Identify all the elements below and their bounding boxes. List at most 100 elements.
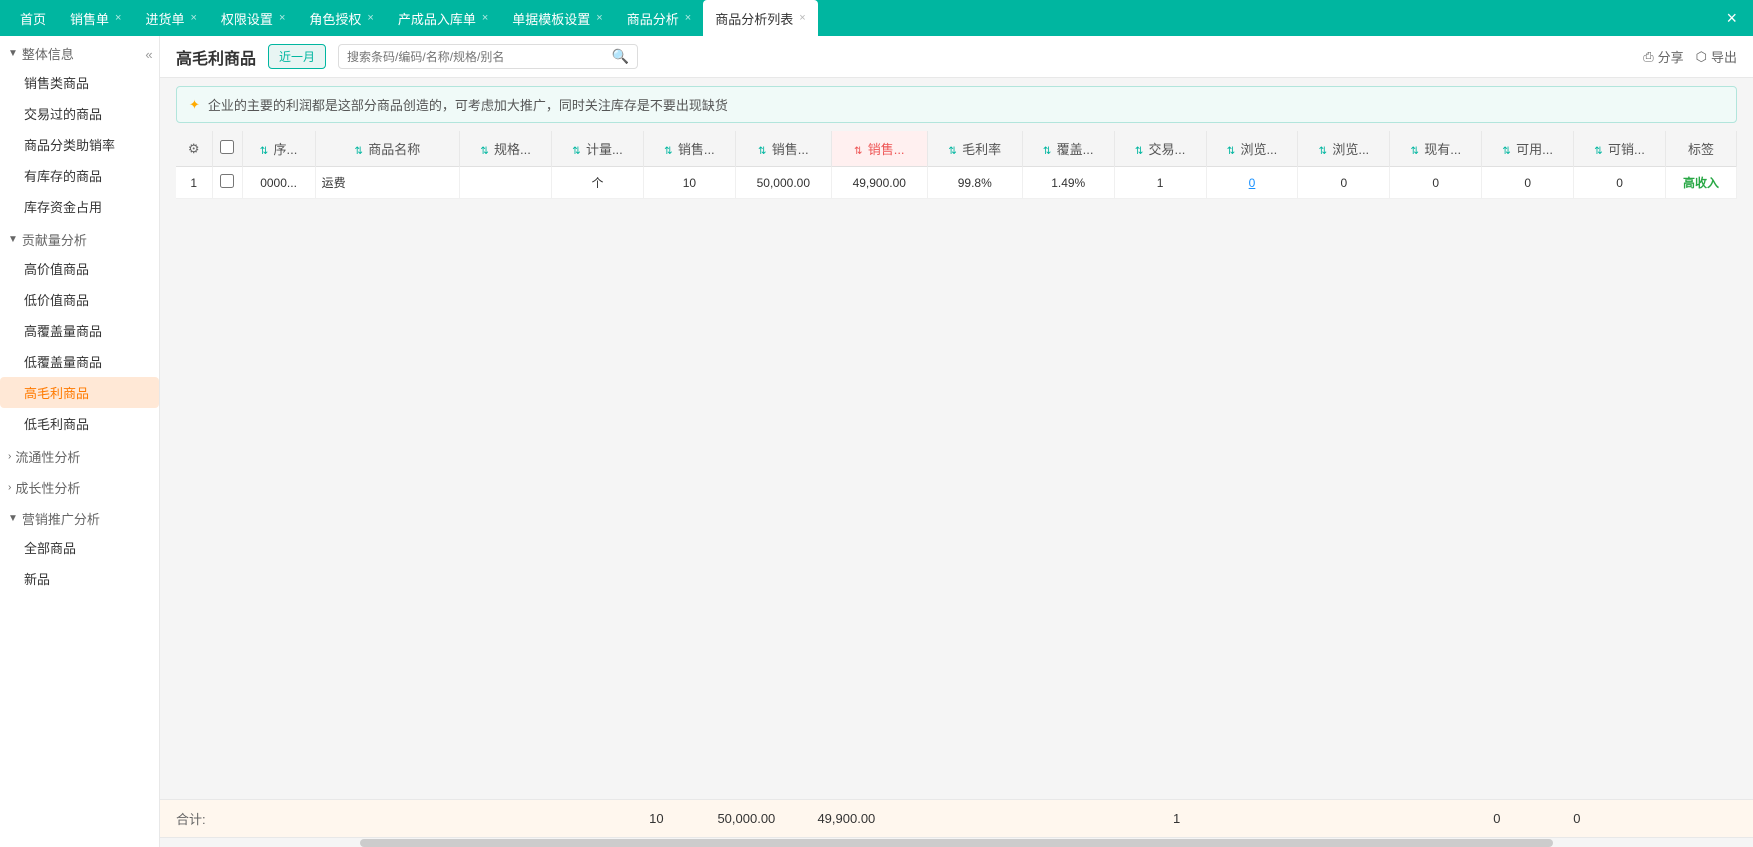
row-grossrate: 99.8% xyxy=(927,167,1022,199)
col-stock3[interactable]: ⇅ 可销... xyxy=(1574,131,1666,167)
nav-analysis-label: 商品分析 xyxy=(627,9,679,28)
nav-purchase[interactable]: 进货单 × xyxy=(133,0,208,36)
col-stock2[interactable]: ⇅ 可用... xyxy=(1482,131,1574,167)
section-title-growth: 成长性分析 xyxy=(15,478,80,497)
col-browse2[interactable]: ⇅ 浏览... xyxy=(1298,131,1390,167)
row-checkbox[interactable] xyxy=(212,167,242,199)
app-close-button[interactable]: × xyxy=(1718,8,1745,29)
horizontal-scrollbar[interactable] xyxy=(160,837,1753,847)
sidebar-item-new-goods[interactable]: 新品 xyxy=(0,563,159,594)
col-browse1[interactable]: ⇅ 浏览... xyxy=(1206,131,1298,167)
col-trade-label: 交易... xyxy=(1149,142,1186,157)
row-browse2: 0 xyxy=(1298,167,1390,199)
col-settings[interactable]: ⚙ xyxy=(176,131,212,167)
sort-icon-salesqty: ⇅ xyxy=(664,146,672,157)
info-banner: ✦ 企业的主要的利润都是这部分商品创造的，可考虑加大推广，同时关注库存是不要出现… xyxy=(176,86,1737,123)
sort-icon-unit: ⇅ xyxy=(572,146,580,157)
sidebar-section-growth[interactable]: › 成长性分析 xyxy=(0,470,159,501)
sidebar-section-liquidity[interactable]: › 流通性分析 xyxy=(0,439,159,470)
sidebar-section-overall[interactable]: ▼ 整体信息 xyxy=(0,36,159,67)
sort-icon-spec: ⇅ xyxy=(480,146,488,157)
section-title-overall: 整体信息 xyxy=(22,44,74,63)
nav-template[interactable]: 单据模板设置 × xyxy=(500,0,614,36)
col-unit-label: 计量... xyxy=(586,142,623,157)
col-name[interactable]: ⇅ 商品名称 xyxy=(315,131,460,167)
nav-analysis-list[interactable]: 商品分析列表 × xyxy=(703,0,817,36)
sidebar-section-marketing[interactable]: ▼ 营销推广分析 xyxy=(0,501,159,532)
section-arrow-overall: ▼ xyxy=(8,48,18,59)
export-label: 导出 xyxy=(1711,47,1737,66)
sidebar-item-high-value[interactable]: 高价值商品 xyxy=(0,253,159,284)
search-icon[interactable]: 🔍 xyxy=(612,48,629,65)
settings-icon[interactable]: ⚙ xyxy=(188,141,200,156)
col-rowno[interactable]: ⇅ 序... xyxy=(242,131,315,167)
sidebar-item-low-value[interactable]: 低价值商品 xyxy=(0,284,159,315)
nav-template-close[interactable]: × xyxy=(596,12,602,24)
sort-icon-stock1: ⇅ xyxy=(1410,146,1418,157)
info-icon: ✦ xyxy=(189,97,200,113)
sidebar-item-low-margin[interactable]: 低毛利商品 xyxy=(0,408,159,439)
col-salesqty[interactable]: ⇅ 销售... xyxy=(643,131,735,167)
section-title-contribution: 贡献量分析 xyxy=(22,230,87,249)
sidebar-item-high-margin[interactable]: 高毛利商品 xyxy=(0,377,159,408)
sidebar-item-low-coverage[interactable]: 低覆盖量商品 xyxy=(0,346,159,377)
nav-role-close[interactable]: × xyxy=(367,12,373,24)
sidebar-item-high-coverage[interactable]: 高覆盖量商品 xyxy=(0,315,159,346)
nav-analysis-close[interactable]: × xyxy=(685,12,691,24)
nav-template-label: 单据模板设置 xyxy=(512,9,590,28)
col-tag-label: 标签 xyxy=(1688,142,1714,157)
row-coverage: 1.49% xyxy=(1022,167,1114,199)
sidebar-item-category-assist[interactable]: 商品分类助销率 xyxy=(0,129,159,160)
col-spec[interactable]: ⇅ 规格... xyxy=(460,131,552,167)
row-salesprofit: 49,900.00 xyxy=(831,167,927,199)
sidebar-item-all-goods[interactable]: 全部商品 xyxy=(0,532,159,563)
nav-purchase-close[interactable]: × xyxy=(190,12,196,24)
nav-product-stock[interactable]: 产成品入库单 × xyxy=(386,0,500,36)
nav-home[interactable]: 首页 xyxy=(8,0,58,36)
collapse-icon: « xyxy=(145,47,152,62)
col-name-label: 商品名称 xyxy=(368,142,420,157)
col-salesprofit[interactable]: ⇅ 销售... xyxy=(831,131,927,167)
footer-total: 合计: 10 50,000.00 49,900.00 1 0 0 xyxy=(160,799,1753,837)
export-icon: ⬡ xyxy=(1696,49,1707,65)
sidebar-item-sales-goods[interactable]: 销售类商品 xyxy=(0,67,159,98)
app-root: 首页 销售单 × 进货单 × 权限设置 × 角色授权 × 产成品入库单 × 单据… xyxy=(0,0,1753,847)
sidebar-collapse-button[interactable]: « xyxy=(139,44,159,64)
col-grossrate[interactable]: ⇅ 毛利率 xyxy=(927,131,1022,167)
row-browse1[interactable]: 0 xyxy=(1206,167,1298,199)
col-salesamt[interactable]: ⇅ 销售... xyxy=(735,131,831,167)
share-button[interactable]: ⎙ 分享 xyxy=(1643,47,1683,66)
nav-purchase-label: 进货单 xyxy=(145,9,184,28)
header-actions: ⎙ 分享 ⬡ 导出 xyxy=(1643,47,1737,66)
nav-permission[interactable]: 权限设置 × xyxy=(209,0,297,36)
nav-analysis[interactable]: 商品分析 × xyxy=(615,0,703,36)
nav-role[interactable]: 角色授权 × xyxy=(297,0,385,36)
search-input[interactable] xyxy=(347,50,612,64)
scrollbar-thumb[interactable] xyxy=(360,839,1553,847)
nav-sales-close[interactable]: × xyxy=(115,12,121,24)
sort-icon-browse1: ⇅ xyxy=(1227,146,1235,157)
col-trade[interactable]: ⇅ 交易... xyxy=(1114,131,1206,167)
col-stock2-label: 可用... xyxy=(1516,142,1553,157)
filter-recent-month-button[interactable]: 近一月 xyxy=(268,44,326,69)
nav-product-stock-close[interactable]: × xyxy=(482,12,488,24)
nav-sales[interactable]: 销售单 × xyxy=(58,0,133,36)
row-spec xyxy=(460,167,552,199)
row-stock3: 0 xyxy=(1574,167,1666,199)
col-coverage-label: 覆盖... xyxy=(1057,142,1094,157)
nav-permission-close[interactable]: × xyxy=(279,12,285,24)
section-title-liquidity: 流通性分析 xyxy=(15,447,80,466)
export-button[interactable]: ⬡ 导出 xyxy=(1696,47,1737,66)
sidebar-section-contribution[interactable]: ▼ 贡献量分析 xyxy=(0,222,159,253)
select-all-checkbox[interactable] xyxy=(220,140,234,154)
sidebar-item-traded-goods[interactable]: 交易过的商品 xyxy=(0,98,159,129)
table-body: 1 0000... 运费 个 10 50,000.00 49,900.00 99… xyxy=(176,167,1737,199)
nav-analysis-list-close[interactable]: × xyxy=(799,12,805,24)
col-coverage[interactable]: ⇅ 覆盖... xyxy=(1022,131,1114,167)
footer-label: 合计: xyxy=(176,809,256,828)
sidebar-item-stock-capital[interactable]: 库存资金占用 xyxy=(0,191,159,222)
sidebar-item-stocked-goods[interactable]: 有库存的商品 xyxy=(0,160,159,191)
sort-icon-trade: ⇅ xyxy=(1135,146,1143,157)
col-unit[interactable]: ⇅ 计量... xyxy=(552,131,644,167)
col-stock1[interactable]: ⇅ 现有... xyxy=(1390,131,1482,167)
